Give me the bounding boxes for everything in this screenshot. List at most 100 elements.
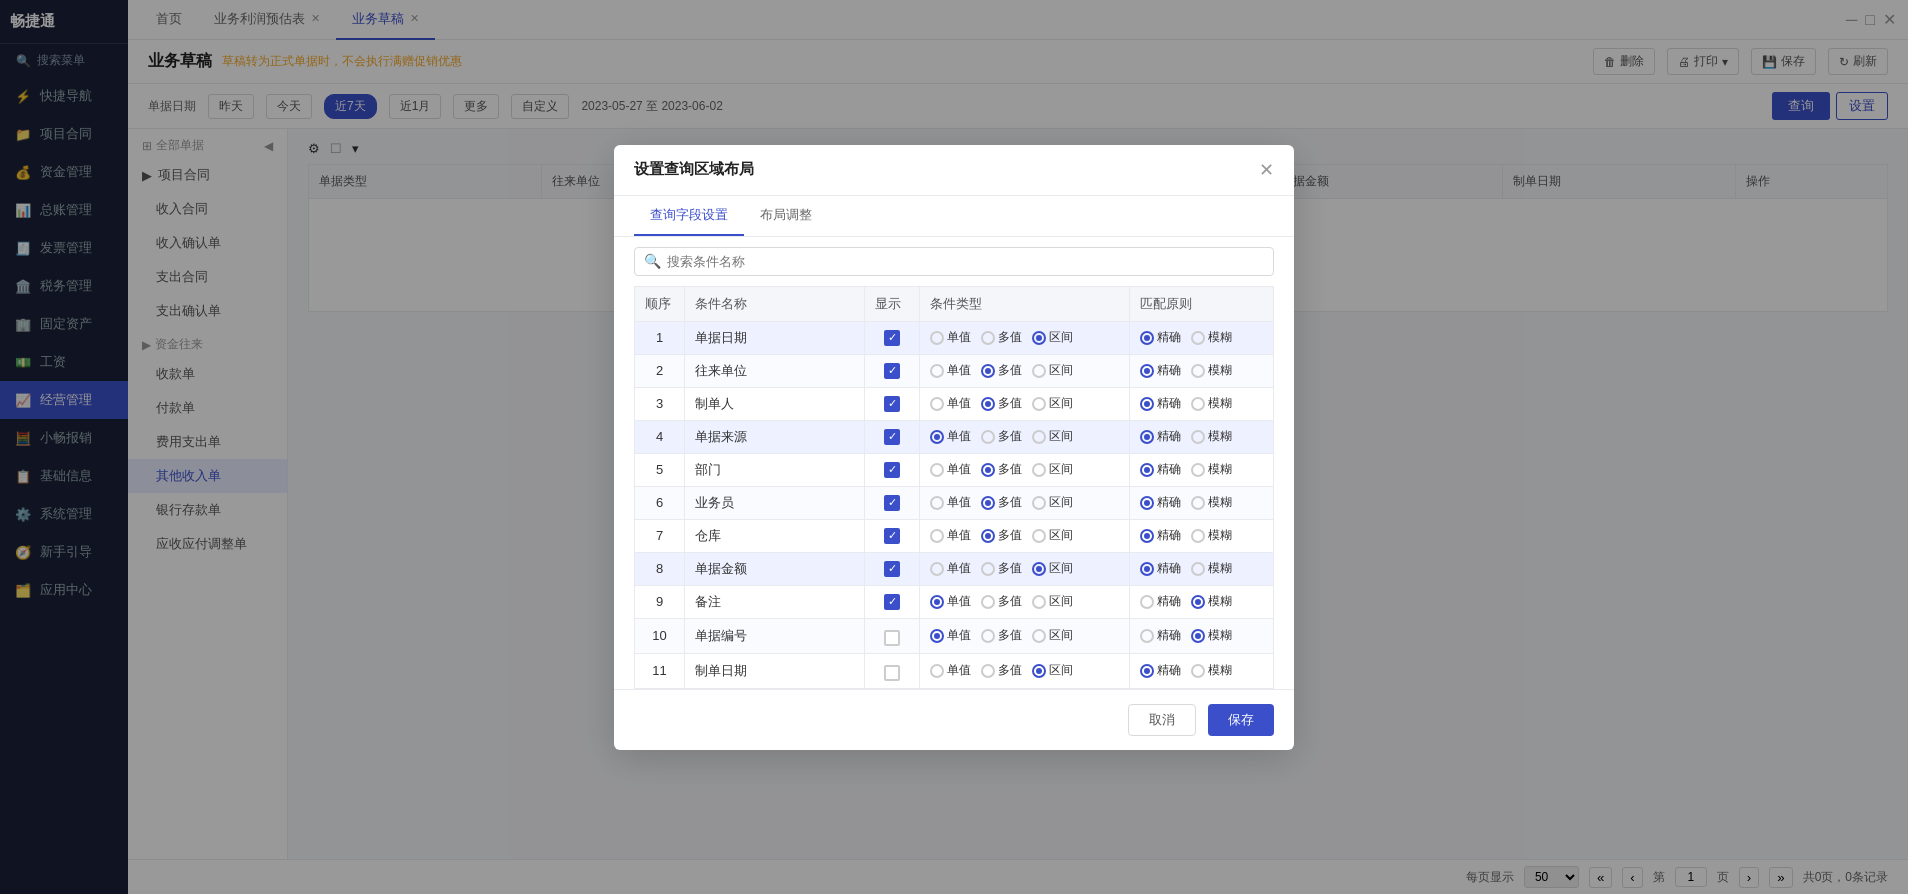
range-radio[interactable]: 区间 — [1032, 494, 1073, 511]
multi-radio[interactable]: 多值 — [981, 560, 1022, 577]
exact-radio[interactable]: 精确 — [1140, 461, 1181, 478]
range-radio[interactable]: 区间 — [1032, 662, 1073, 679]
cell-cond-type[interactable]: 单值 多值 区间 — [920, 519, 1130, 552]
multi-radio[interactable]: 多值 — [981, 627, 1022, 644]
cell-match[interactable]: 精确 模糊 — [1129, 552, 1273, 585]
range-radio[interactable]: 区间 — [1032, 560, 1073, 577]
cell-show[interactable] — [865, 519, 920, 552]
cell-show[interactable] — [865, 618, 920, 653]
cell-show[interactable] — [865, 354, 920, 387]
cell-match[interactable]: 精确 模糊 — [1129, 387, 1273, 420]
show-checkbox[interactable] — [884, 630, 900, 646]
cell-match[interactable]: 精确 模糊 — [1129, 420, 1273, 453]
multi-radio[interactable]: 多值 — [981, 428, 1022, 445]
single-radio[interactable]: 单值 — [930, 428, 971, 445]
single-radio[interactable]: 单值 — [930, 461, 971, 478]
fuzzy-radio[interactable]: 模糊 — [1191, 494, 1232, 511]
multi-radio[interactable]: 多值 — [981, 527, 1022, 544]
show-checkbox[interactable] — [884, 363, 900, 379]
cell-cond-type[interactable]: 单值 多值 区间 — [920, 552, 1130, 585]
exact-radio[interactable]: 精确 — [1140, 593, 1181, 610]
cell-match[interactable]: 精确 模糊 — [1129, 354, 1273, 387]
show-checkbox[interactable] — [884, 462, 900, 478]
show-checkbox[interactable] — [884, 396, 900, 412]
cell-cond-type[interactable]: 单值 多值 区间 — [920, 321, 1130, 354]
cell-match[interactable]: 精确 模糊 — [1129, 653, 1273, 688]
show-checkbox[interactable] — [884, 665, 900, 681]
range-radio[interactable]: 区间 — [1032, 527, 1073, 544]
cell-cond-type[interactable]: 单值 多值 区间 — [920, 453, 1130, 486]
exact-radio[interactable]: 精确 — [1140, 362, 1181, 379]
cell-show[interactable] — [865, 453, 920, 486]
cell-cond-type[interactable]: 单值 多值 区间 — [920, 420, 1130, 453]
single-radio[interactable]: 单值 — [930, 395, 971, 412]
multi-radio[interactable]: 多值 — [981, 329, 1022, 346]
fuzzy-radio[interactable]: 模糊 — [1191, 362, 1232, 379]
fuzzy-radio[interactable]: 模糊 — [1191, 627, 1232, 644]
cell-cond-type[interactable]: 单值 多值 区间 — [920, 618, 1130, 653]
show-checkbox[interactable] — [884, 528, 900, 544]
show-checkbox[interactable] — [884, 594, 900, 610]
range-radio[interactable]: 区间 — [1032, 362, 1073, 379]
cell-match[interactable]: 精确 模糊 — [1129, 453, 1273, 486]
cell-show[interactable] — [865, 653, 920, 688]
tab-query-fields[interactable]: 查询字段设置 — [634, 196, 744, 236]
exact-radio[interactable]: 精确 — [1140, 527, 1181, 544]
dialog-close-button[interactable]: ✕ — [1259, 159, 1274, 181]
fuzzy-radio[interactable]: 模糊 — [1191, 662, 1232, 679]
cell-show[interactable] — [865, 552, 920, 585]
single-radio[interactable]: 单值 — [930, 494, 971, 511]
fuzzy-radio[interactable]: 模糊 — [1191, 395, 1232, 412]
range-radio[interactable]: 区间 — [1032, 593, 1073, 610]
multi-radio[interactable]: 多值 — [981, 662, 1022, 679]
range-radio[interactable]: 区间 — [1032, 461, 1073, 478]
show-checkbox[interactable] — [884, 330, 900, 346]
multi-radio[interactable]: 多值 — [981, 395, 1022, 412]
cell-cond-type[interactable]: 单值 多值 区间 — [920, 486, 1130, 519]
show-checkbox[interactable] — [884, 561, 900, 577]
cancel-button[interactable]: 取消 — [1128, 704, 1196, 736]
exact-radio[interactable]: 精确 — [1140, 560, 1181, 577]
cell-match[interactable]: 精确 模糊 — [1129, 585, 1273, 618]
exact-radio[interactable]: 精确 — [1140, 627, 1181, 644]
cell-cond-type[interactable]: 单值 多值 区间 — [920, 585, 1130, 618]
range-radio[interactable]: 区间 — [1032, 627, 1073, 644]
fuzzy-radio[interactable]: 模糊 — [1191, 329, 1232, 346]
fuzzy-radio[interactable]: 模糊 — [1191, 527, 1232, 544]
fuzzy-radio[interactable]: 模糊 — [1191, 461, 1232, 478]
cell-show[interactable] — [865, 321, 920, 354]
cell-cond-type[interactable]: 单值 多值 区间 — [920, 653, 1130, 688]
exact-radio[interactable]: 精确 — [1140, 494, 1181, 511]
exact-radio[interactable]: 精确 — [1140, 662, 1181, 679]
fuzzy-radio[interactable]: 模糊 — [1191, 428, 1232, 445]
single-radio[interactable]: 单值 — [930, 593, 971, 610]
exact-radio[interactable]: 精确 — [1140, 428, 1181, 445]
single-radio[interactable]: 单值 — [930, 627, 971, 644]
show-checkbox[interactable] — [884, 429, 900, 445]
cell-show[interactable] — [865, 585, 920, 618]
single-radio[interactable]: 单值 — [930, 527, 971, 544]
cell-show[interactable] — [865, 486, 920, 519]
cell-match[interactable]: 精确 模糊 — [1129, 618, 1273, 653]
single-radio[interactable]: 单值 — [930, 329, 971, 346]
cell-match[interactable]: 精确 模糊 — [1129, 321, 1273, 354]
exact-radio[interactable]: 精确 — [1140, 329, 1181, 346]
cell-cond-type[interactable]: 单值 多值 区间 — [920, 354, 1130, 387]
cell-match[interactable]: 精确 模糊 — [1129, 519, 1273, 552]
show-checkbox[interactable] — [884, 495, 900, 511]
single-radio[interactable]: 单值 — [930, 560, 971, 577]
cell-cond-type[interactable]: 单值 多值 区间 — [920, 387, 1130, 420]
range-radio[interactable]: 区间 — [1032, 329, 1073, 346]
dialog-search-input[interactable] — [634, 247, 1274, 276]
multi-radio[interactable]: 多值 — [981, 362, 1022, 379]
single-radio[interactable]: 单值 — [930, 662, 971, 679]
single-radio[interactable]: 单值 — [930, 362, 971, 379]
fuzzy-radio[interactable]: 模糊 — [1191, 560, 1232, 577]
multi-radio[interactable]: 多值 — [981, 461, 1022, 478]
range-radio[interactable]: 区间 — [1032, 428, 1073, 445]
fuzzy-radio[interactable]: 模糊 — [1191, 593, 1232, 610]
multi-radio[interactable]: 多值 — [981, 593, 1022, 610]
cell-match[interactable]: 精确 模糊 — [1129, 486, 1273, 519]
save-dialog-button[interactable]: 保存 — [1208, 704, 1274, 736]
range-radio[interactable]: 区间 — [1032, 395, 1073, 412]
